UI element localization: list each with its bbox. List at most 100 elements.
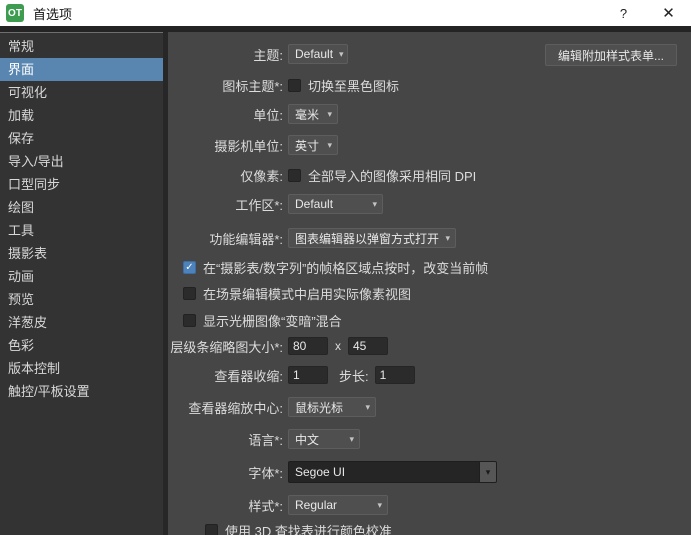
- raster-darken-checkbox[interactable]: [183, 313, 196, 327]
- sidebar-item-4[interactable]: 保存: [0, 127, 163, 150]
- function-editor-dropdown[interactable]: 图表编辑器以弹窗方式打开 ▾: [288, 228, 456, 248]
- thumbnail-size-row: 层级条缩略图大小*: x: [168, 335, 691, 357]
- style-label: 样式*:: [248, 498, 283, 514]
- viewer-shrink-row: 查看器收缩: 步长:: [168, 364, 691, 386]
- color-calibration-checkbox-label: 使用 3D 查找表进行颜色校准: [225, 523, 392, 535]
- actual-pixel-view-checkbox-label: 在场景编辑模式中启用实际像素视图: [203, 286, 412, 302]
- pixels-only-checkbox-label: 全部导入的图像采用相同 DPI: [308, 168, 477, 184]
- titlebar-buttons: ? ✕: [601, 0, 691, 26]
- sidebar-item-6[interactable]: 口型同步: [0, 173, 163, 196]
- font-label: 字体*:: [248, 465, 283, 481]
- color-calibration-checkbox[interactable]: [205, 523, 218, 535]
- function-editor-row: 功能编辑器*: 图表编辑器以弹窗方式打开 ▾: [168, 227, 691, 249]
- pixels-only-label: 仅像素:: [240, 168, 283, 184]
- zoom-center-value: 鼠标光标: [295, 400, 344, 415]
- room-dropdown[interactable]: Default ▾: [288, 194, 383, 214]
- font-combobox[interactable]: Segoe UI ▾: [288, 461, 497, 483]
- cell-click-row: ✓ 在“摄影表/数字列”的帧格区域点按时，改变当前帧: [168, 256, 691, 278]
- sidebar-item-0[interactable]: 常规: [0, 35, 163, 58]
- raster-darken-checkbox-label: 显示光栅图像“变暗”混合: [203, 313, 342, 329]
- app-logo-icon: OT: [6, 4, 24, 22]
- function-editor-label: 功能编辑器*:: [209, 231, 283, 247]
- category-list: 常规 界面 可视化 加载 保存 导入/导出 口型同步 绘图 工具 摄影表 动画 预览 洋葱皮 色彩 版本控制…: [0, 33, 163, 403]
- unit-dropdown[interactable]: 毫米 ▾: [288, 104, 338, 124]
- style-row: 样式*: Regular ▾: [168, 494, 691, 516]
- sidebar-item-15[interactable]: 触控/平板设置: [0, 380, 163, 403]
- font-dropdown-button[interactable]: ▾: [479, 462, 496, 482]
- zoom-center-label: 查看器缩放中心:: [188, 400, 283, 416]
- theme-row: 主题: Default ▾: [168, 43, 691, 65]
- zoom-center-row: 查看器缩放中心: 鼠标光标 ▾: [168, 396, 691, 418]
- sidebar-item-14[interactable]: 版本控制: [0, 357, 163, 380]
- chevron-down-icon: ▾: [377, 499, 382, 510]
- font-value: Segoe UI: [295, 465, 346, 479]
- thumbnail-size-value2-input[interactable]: [348, 337, 388, 355]
- sidebar-item-11[interactable]: 预览: [0, 288, 163, 311]
- icon-theme-checkbox[interactable]: [288, 78, 301, 92]
- camera-unit-value: 英寸: [295, 138, 320, 153]
- camera-unit-dropdown[interactable]: 英寸 ▾: [288, 135, 338, 155]
- chevron-down-icon: ▾: [327, 139, 332, 150]
- sidebar-item-12[interactable]: 洋葱皮: [0, 311, 163, 334]
- style-dropdown[interactable]: Regular ▾: [288, 495, 388, 515]
- sidebar-item-10[interactable]: 动画: [0, 265, 163, 288]
- icon-theme-checkbox-label: 切换至黑色图标: [308, 78, 400, 94]
- language-row: 语言*: 中文 ▾: [168, 428, 691, 450]
- sidebar-item-5[interactable]: 导入/导出: [0, 150, 163, 173]
- cell-click-checkbox-label: 在“摄影表/数字列”的帧格区域点按时，改变当前帧: [203, 260, 489, 276]
- actual-pixel-view-row: 在场景编辑模式中启用实际像素视图: [168, 282, 691, 304]
- language-label: 语言*:: [248, 432, 283, 448]
- camera-unit-label: 摄影机单位:: [214, 138, 283, 154]
- viewer-shrink-value1-input[interactable]: [288, 366, 328, 384]
- sidebar-item-7[interactable]: 绘图: [0, 196, 163, 219]
- chevron-down-icon: ▾: [349, 433, 354, 444]
- unit-value: 毫米: [295, 107, 320, 122]
- color-calibration-row: 使用 3D 查找表进行颜色校准: [168, 519, 691, 535]
- help-button[interactable]: ?: [601, 0, 646, 26]
- cell-click-checkbox[interactable]: ✓: [183, 260, 196, 274]
- room-label: 工作区*:: [235, 197, 283, 213]
- style-value: Regular: [295, 498, 338, 512]
- chevron-down-icon: ▾: [372, 198, 377, 209]
- sidebar-item-13[interactable]: 色彩: [0, 334, 163, 357]
- viewer-shrink-label: 查看器收缩:: [214, 368, 283, 384]
- room-row: 工作区*: Default ▾: [168, 193, 691, 215]
- chevron-down-icon: ▾: [327, 108, 332, 119]
- window-title: 首选项: [33, 6, 73, 22]
- icon-theme-label: 图标主题*:: [222, 78, 283, 94]
- unit-row: 单位: 毫米 ▾: [168, 103, 691, 125]
- language-dropdown[interactable]: 中文 ▾: [288, 429, 360, 449]
- room-value: Default: [295, 197, 334, 211]
- viewer-shrink-value2-input[interactable]: [374, 366, 415, 384]
- chevron-down-icon: ▾: [339, 48, 344, 59]
- sidebar-item-3[interactable]: 加载: [0, 104, 163, 127]
- sidebar-item-8[interactable]: 工具: [0, 219, 163, 242]
- chevron-down-icon: ▾: [485, 466, 491, 477]
- viewer-shrink-second-label: 步长:: [339, 368, 369, 384]
- category-sidebar: 常规 界面 可视化 加载 保存 导入/导出 口型同步 绘图 工具 摄影表 动画 预览 洋葱皮 色彩 版本控制…: [0, 32, 163, 535]
- thumbnail-size-label: 层级条缩略图大小*:: [170, 339, 283, 355]
- sidebar-item-1[interactable]: 界面: [0, 58, 163, 81]
- theme-dropdown[interactable]: Default ▾: [288, 44, 348, 64]
- raster-darken-row: 显示光栅图像“变暗”混合: [168, 309, 691, 331]
- font-row: 字体*: Segoe UI ▾: [168, 461, 691, 483]
- theme-value: Default: [295, 47, 334, 61]
- actual-pixel-view-checkbox[interactable]: [183, 286, 196, 300]
- theme-label: 主题:: [253, 47, 283, 63]
- settings-panel: 编辑附加样式表单... 主题: Default ▾ 图标主题*: 切换至黑色图标 单位: 毫…: [168, 32, 691, 535]
- pixels-only-checkbox[interactable]: [288, 168, 301, 182]
- pixels-only-row: 仅像素: 全部导入的图像采用相同 DPI: [168, 164, 691, 186]
- sidebar-item-9[interactable]: 摄影表: [0, 242, 163, 265]
- camera-unit-row: 摄影机单位: 英寸 ▾: [168, 134, 691, 156]
- function-editor-value: 图表编辑器以弹窗方式打开: [295, 231, 440, 246]
- thumbnail-size-value1-input[interactable]: [288, 337, 328, 355]
- unit-label: 单位:: [253, 107, 283, 123]
- sidebar-item-2[interactable]: 可视化: [0, 81, 163, 104]
- close-button[interactable]: ✕: [646, 0, 691, 26]
- language-value: 中文: [295, 432, 320, 447]
- thumbnail-size-separator: x: [335, 339, 341, 353]
- zoom-center-dropdown[interactable]: 鼠标光标 ▾: [288, 397, 376, 417]
- chevron-down-icon: ▾: [365, 401, 370, 412]
- titlebar: OT 首选项 ? ✕: [0, 0, 691, 26]
- icon-theme-row: 图标主题*: 切换至黑色图标: [168, 74, 691, 96]
